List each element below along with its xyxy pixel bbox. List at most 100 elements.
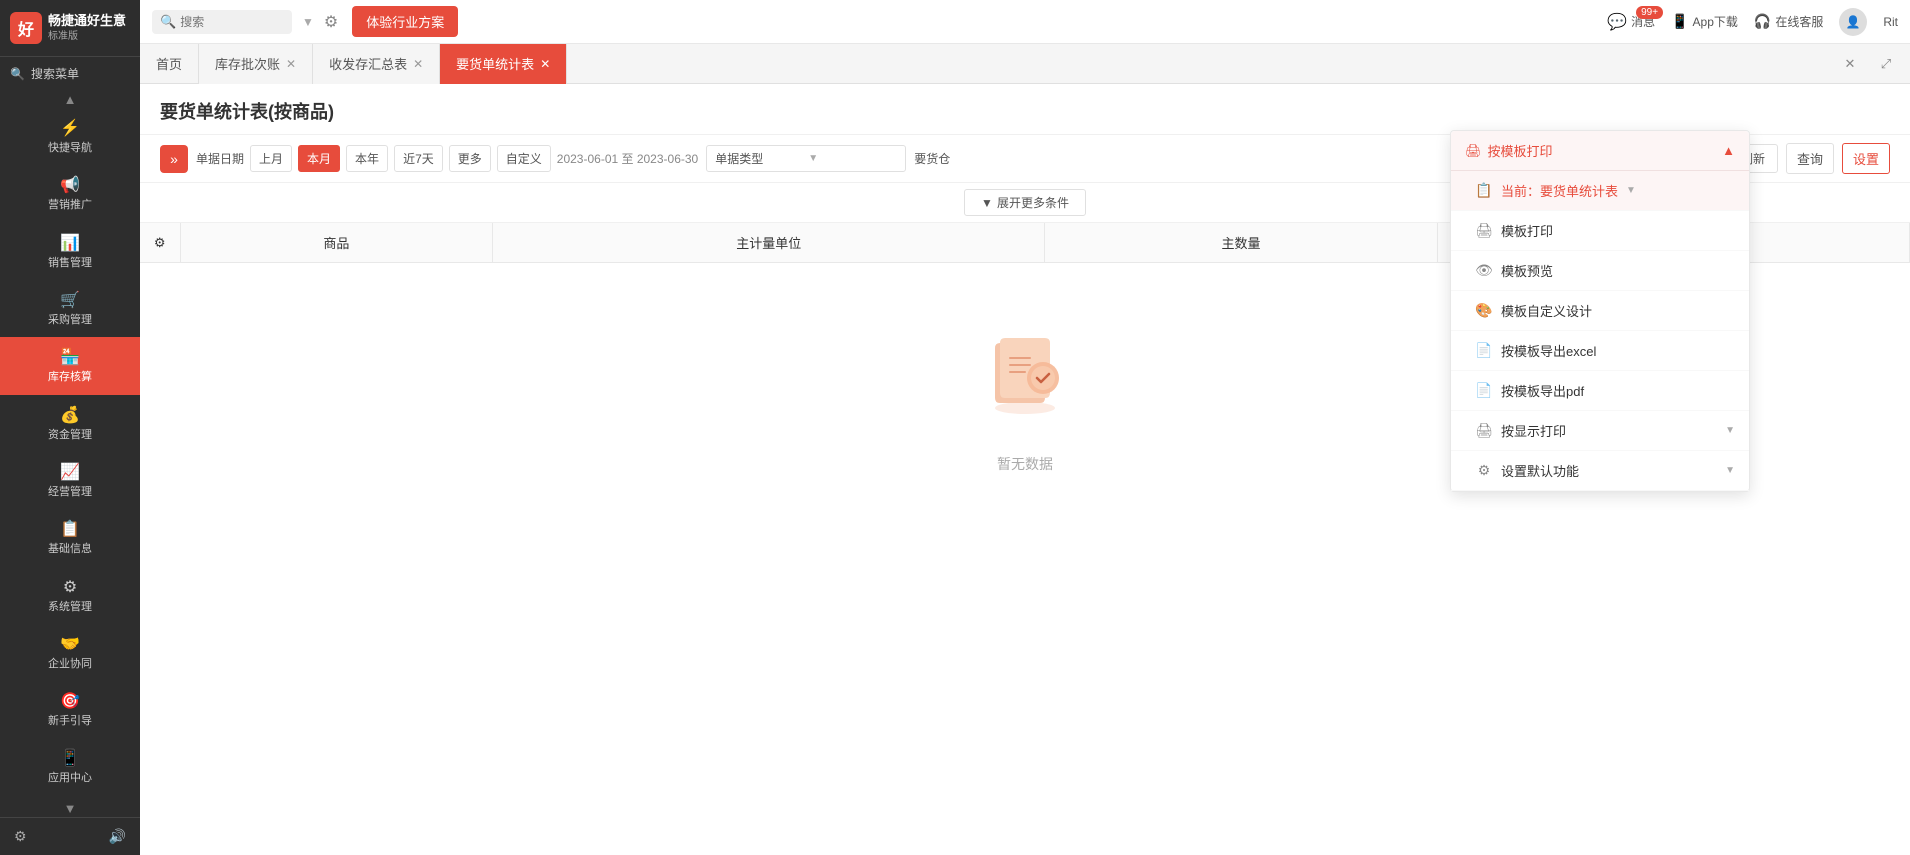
dropdown-item-template-print[interactable]: 🖨 模板打印 <box>1451 211 1749 251</box>
message-item[interactable]: 💬 99+ 消息 <box>1607 12 1655 32</box>
dropdown-item-export-pdf[interactable]: 📄 按模板导出pdf <box>1451 371 1749 411</box>
toolbar-expand-btn[interactable]: » <box>160 145 188 173</box>
dropdown-item-set-default[interactable]: ⚙ 设置默认功能 ▼ <box>1451 451 1749 491</box>
topbar-dropdown-icon[interactable]: ▼ <box>302 15 314 29</box>
page-title: 要货单统计表(按商品) <box>160 98 1890 124</box>
template-print-menu-label: 模板打印 <box>1501 221 1553 240</box>
doc-type-select[interactable]: 单据类型 ▼ <box>706 145 906 172</box>
search-icon: 🔍 <box>10 67 25 81</box>
finance-icon: 💰 <box>60 405 80 425</box>
current-template-arrow: ▼ <box>1626 185 1636 196</box>
industry-btn[interactable]: 体验行业方案 <box>352 6 458 37</box>
sidebar-item-marketing[interactable]: 📢 营销推广 <box>0 165 140 222</box>
template-preview-label: 模板预览 <box>1501 261 1553 280</box>
message-badge: 99+ <box>1636 6 1663 19</box>
tab-label: 库存批次账 <box>215 54 280 73</box>
tab-close-order-stats[interactable]: ✕ <box>540 58 550 70</box>
purchase-icon: 🛒 <box>60 290 80 310</box>
col-settings[interactable]: ⚙ <box>140 223 180 263</box>
tab-order-stats[interactable]: 要货单统计表 ✕ <box>440 44 567 84</box>
sidebar-item-inventory[interactable]: 🏪 库存核算 <box>0 337 140 394</box>
user-avatar-item[interactable]: 👤 <box>1839 8 1867 36</box>
dropdown-item-export-excel[interactable]: 📄 按模板导出excel <box>1451 331 1749 371</box>
display-print-arrow-icon: ▼ <box>1725 425 1735 436</box>
topbar-gear-icon[interactable]: ⚙ <box>324 12 338 32</box>
dropdown-item-template-custom[interactable]: 🎨 模板自定义设计 <box>1451 291 1749 331</box>
date-btn-7days[interactable]: 近7天 <box>394 145 443 172</box>
expand-more-btn[interactable]: ▼ 展开更多条件 <box>964 189 1086 216</box>
page-content: 要货单统计表(按商品) » 单据日期 上月 本月 本年 近7天 更多 自定义 2… <box>140 84 1910 855</box>
sidebar-item-operation[interactable]: 📈 经营管理 <box>0 452 140 509</box>
sidebar-item-label: 销售管理 <box>48 256 92 270</box>
sidebar-item-label: 企业协同 <box>48 657 92 671</box>
tab-receipt-summary[interactable]: 收发存汇总表 ✕ <box>313 44 440 84</box>
sidebar-item-app-center[interactable]: 📱 应用中心 <box>0 738 140 795</box>
date-btn-last-month[interactable]: 上月 <box>250 145 292 172</box>
date-filter-label: 单据日期 <box>196 150 244 167</box>
sales-icon: 📊 <box>60 233 80 253</box>
topbar: 🔍 ▼ ⚙ 体验行业方案 💬 99+ 消息 📱 App下载 🎧 在线客服 � <box>140 0 1910 44</box>
export-excel-label: 按模板导出excel <box>1501 341 1596 360</box>
date-btn-this-year[interactable]: 本年 <box>346 145 388 172</box>
tabs-right-controls: ✕ ⤢ <box>1836 50 1910 78</box>
display-print-icon: 🖨 <box>1475 422 1493 439</box>
query-btn[interactable]: 查询 <box>1786 143 1834 174</box>
dropdown-header: 🖨 按模板打印 ▲ <box>1451 131 1749 171</box>
sidebar-item-purchase[interactable]: 🛒 采购管理 <box>0 280 140 337</box>
main-area: 🔍 ▼ ⚙ 体验行业方案 💬 99+ 消息 📱 App下载 🎧 在线客服 � <box>140 0 1910 855</box>
sidebar-item-wechat[interactable]: 💬 企业微信 <box>0 796 140 799</box>
quick-nav-icon: ⚡ <box>60 118 80 138</box>
topbar-search-input[interactable] <box>180 15 280 29</box>
basic-info-icon: 📋 <box>60 519 80 539</box>
dropdown-item-current[interactable]: 📋 当前：要货单统计表 ▼ <box>1451 171 1749 211</box>
sidebar-item-system[interactable]: ⚙ 系统管理 <box>0 567 140 624</box>
sidebar-item-sales[interactable]: 📊 销售管理 <box>0 223 140 280</box>
dropdown-item-display-print[interactable]: 🖨 按显示打印 ▼ <box>1451 411 1749 451</box>
col-unit: 主计量单位 <box>493 223 1045 263</box>
sidebar-item-corp[interactable]: 🤝 企业协同 <box>0 624 140 681</box>
dropdown-collapse-arrow[interactable]: ▲ <box>1722 143 1735 158</box>
set-default-label: 设置默认功能 <box>1501 461 1579 480</box>
sidebar-item-guide[interactable]: 🎯 新手引导 <box>0 681 140 738</box>
tab-close-receipt-summary[interactable]: ✕ <box>413 58 423 70</box>
online-service-item[interactable]: 🎧 在线客服 <box>1754 13 1823 30</box>
date-btn-this-month[interactable]: 本月 <box>298 145 340 172</box>
tab-close-window-btn[interactable]: ✕ <box>1836 50 1864 78</box>
sidebar-search[interactable]: 🔍 搜索菜单 <box>0 57 140 90</box>
sidebar-item-label: 系统管理 <box>48 600 92 614</box>
empty-text: 暂无数据 <box>997 454 1053 474</box>
topbar-search-group: 🔍 <box>152 10 292 34</box>
sidebar-scroll-up[interactable]: ▲ <box>0 90 140 108</box>
settings-btn[interactable]: 设置 <box>1842 143 1890 174</box>
app-download-item[interactable]: 📱 App下载 <box>1671 13 1738 30</box>
sidebar-logo: 好 畅捷通好生意 标准版 <box>0 0 140 57</box>
sidebar-item-finance[interactable]: 💰 资金管理 <box>0 395 140 452</box>
tab-close-batch-account[interactable]: ✕ <box>286 58 296 70</box>
settings-footer-icon[interactable]: ⚙ <box>14 828 27 845</box>
sidebar-item-basic-info[interactable]: 📋 基础信息 <box>0 509 140 566</box>
date-btn-more[interactable]: 更多 <box>449 145 491 172</box>
tab-batch-account[interactable]: 库存批次账 ✕ <box>199 44 313 84</box>
app-logo-icon: 好 <box>10 12 42 44</box>
tab-restore-btn[interactable]: ⤢ <box>1872 50 1900 78</box>
sidebar-item-label: 应用中心 <box>48 771 92 785</box>
message-icon: 💬 <box>1607 12 1627 32</box>
date-btn-custom[interactable]: 自定义 <box>497 145 551 172</box>
doc-type-arrow-icon: ▼ <box>808 153 897 164</box>
sidebar-item-label: 快捷导航 <box>48 141 92 155</box>
date-filter-group: 单据日期 上月 本月 本年 近7天 更多 自定义 2023-06-01 至 20… <box>196 145 698 172</box>
app-version: 标准版 <box>48 30 126 44</box>
sidebar-nav: ⚡ 快捷导航 📢 营销推广 📊 销售管理 🛒 采购管理 🏪 库存核算 💰 资金管… <box>0 108 140 799</box>
current-template-label: 当前：要货单统计表 <box>1501 181 1618 200</box>
dropdown-item-template-preview[interactable]: 👁 模板预览 <box>1451 251 1749 291</box>
sidebar-item-label: 基础信息 <box>48 542 92 556</box>
sidebar-item-label: 新手引导 <box>48 714 92 728</box>
speaker-footer-icon[interactable]: 🔊 <box>109 828 126 845</box>
sidebar-item-quick-nav[interactable]: ⚡ 快捷导航 <box>0 108 140 165</box>
sidebar-scroll-down[interactable]: ▼ <box>0 799 140 817</box>
corp-icon: 🤝 <box>60 634 80 654</box>
topbar-search-icon: 🔍 <box>160 14 176 30</box>
app-download-label: App下载 <box>1693 13 1738 30</box>
download-icon: 📱 <box>1671 13 1688 30</box>
tab-home[interactable]: 首页 <box>140 44 199 84</box>
